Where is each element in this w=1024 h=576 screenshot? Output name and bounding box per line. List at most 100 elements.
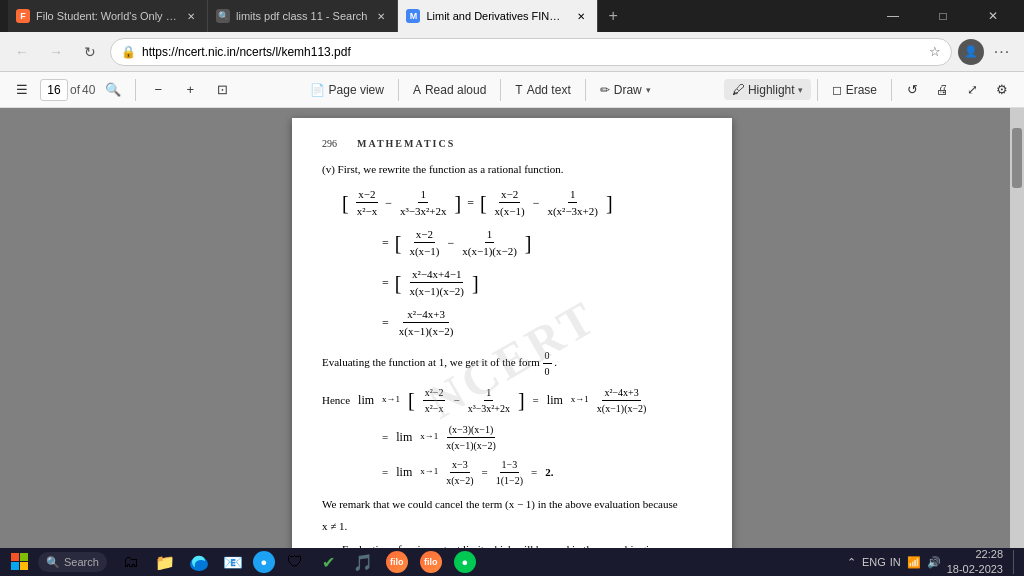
taskbar-search-box[interactable]: 🔍 Search <box>38 552 107 572</box>
taskbar: 🔍 Search 🗂 📁 📧 ● 🛡 ✔ 🎵 filo filo ● ⌃ <box>0 548 1024 576</box>
tab-search-favicon: 🔍 <box>216 9 230 23</box>
show-desktop-button[interactable] <box>1013 550 1018 574</box>
taskbar-app-check[interactable]: ✔ <box>315 550 343 574</box>
highlight-button[interactable]: 🖊 Highlight ▾ <box>724 79 811 100</box>
toolbar-divider-6 <box>891 79 892 101</box>
page-separator: of <box>70 83 80 97</box>
expand-button[interactable]: ⤢ <box>958 76 986 104</box>
taskbar-app-filo1[interactable]: filo <box>383 550 411 574</box>
remark-text: We remark that we could cancel the term … <box>322 496 702 513</box>
pdf-page: NCERT 296 MATHEMATICS (v) First, we rewr… <box>292 118 732 548</box>
filo-icon-1: filo <box>386 551 408 573</box>
sidebar-toggle-button[interactable]: ☰ <box>8 76 36 104</box>
new-tab-button[interactable]: + <box>598 0 627 32</box>
edge-icon <box>189 552 209 572</box>
toolbar-divider-5 <box>817 79 818 101</box>
close-button[interactable]: ✕ <box>970 0 1016 32</box>
url-text: https://ncert.nic.in/ncerts/l/kemh113.pd… <box>142 45 923 59</box>
tab-pdf-favicon: M <box>406 9 420 23</box>
taskbar-right: ⌃ ENG IN 📶 🔊 22:28 18-02-2023 <box>847 547 1018 576</box>
taskbar-app-filo2[interactable]: filo <box>417 550 445 574</box>
total-pages: 40 <box>82 83 95 97</box>
draw-caret: ▾ <box>646 85 651 95</box>
address-star-icon[interactable]: ☆ <box>929 44 941 59</box>
taskbar-apps: 🗂 📁 📧 ● 🛡 ✔ 🎵 filo filo ● <box>117 550 479 574</box>
svg-rect-1 <box>20 553 28 561</box>
tray-expand[interactable]: ⌃ <box>847 556 856 569</box>
address-actions: 👤 ··· <box>958 38 1016 66</box>
search-pdf-button[interactable]: 🔍 <box>99 76 127 104</box>
intro-text: (v) First, we rewrite the function as a … <box>322 161 702 178</box>
erase-button[interactable]: ◻ Erase <box>824 80 885 100</box>
taskbar-clock[interactable]: 22:28 18-02-2023 <box>947 547 1003 576</box>
taskbar-app-green[interactable]: ● <box>451 550 479 574</box>
taskbar-app-mail[interactable]: 📧 <box>219 550 247 574</box>
refresh-button[interactable]: ↻ <box>76 38 104 66</box>
lock-icon: 🔒 <box>121 45 136 59</box>
page-view-button[interactable]: 📄 Page view <box>302 80 392 100</box>
taskbar-app-music[interactable]: 🎵 <box>349 550 377 574</box>
toolbar-divider-4 <box>585 79 586 101</box>
page-view-label: Page view <box>329 83 384 97</box>
highlight-icon: 🖊 <box>732 82 745 97</box>
toolbar-right: 🖊 Highlight ▾ ◻ Erase ↺ 🖨 ⤢ ⚙ <box>724 76 1016 104</box>
toolbar-divider-3 <box>500 79 501 101</box>
address-bar-input[interactable]: 🔒 https://ncert.nic.in/ncerts/l/kemh113.… <box>110 38 952 66</box>
scrollbar[interactable] <box>1010 108 1024 548</box>
draw-button[interactable]: ✏ Draw ▾ <box>592 80 659 100</box>
clock-time: 22:28 <box>947 547 1003 562</box>
taskbar-search-text: Search <box>64 556 99 568</box>
hence-label: Hence <box>322 392 350 409</box>
settings-button[interactable]: ⚙ <box>988 76 1016 104</box>
tray-wifi[interactable]: 📶 <box>907 556 921 569</box>
eng-label: ENG <box>862 556 886 568</box>
erase-icon: ◻ <box>832 83 842 97</box>
maximize-button[interactable]: □ <box>920 0 966 32</box>
evaluating-text: Evaluating the function at 1, we get it … <box>322 348 702 379</box>
back-button[interactable]: ← <box>8 38 36 66</box>
taskbar-app-edge[interactable] <box>185 550 213 574</box>
tab-pdf-close[interactable]: ✕ <box>573 8 589 24</box>
scrollbar-thumb[interactable] <box>1012 128 1022 188</box>
start-button[interactable] <box>6 551 34 573</box>
svg-rect-0 <box>11 553 19 561</box>
page-number-input[interactable]: 16 <box>40 79 68 101</box>
tab-pdf[interactable]: M Limit and Derivatives FINAL 02.0 ✕ <box>398 0 598 32</box>
rotate-button[interactable]: ↺ <box>898 76 926 104</box>
more-options-button[interactable]: ··· <box>988 38 1016 66</box>
page-number-label: 296 <box>322 138 337 153</box>
taskbar-app-explorer[interactable]: 📁 <box>151 550 179 574</box>
minimize-button[interactable]: — <box>870 0 916 32</box>
add-text-button[interactable]: T Add text <box>507 80 578 100</box>
tray-eng[interactable]: ENG IN <box>862 556 901 568</box>
tab-filo[interactable]: F Filo Student: World's Only Live h ✕ <box>8 0 208 32</box>
toolbar-left: ☰ 16 of 40 🔍 − + ⊡ <box>8 76 236 104</box>
taskbar-app-blue[interactable]: ● <box>253 551 275 573</box>
fit-page-button[interactable]: ⊡ <box>208 76 236 104</box>
window-controls: — □ ✕ <box>870 0 1016 32</box>
condition-text: x ≠ 1. <box>322 518 702 535</box>
tab-search[interactable]: 🔍 limits pdf class 11 - Search ✕ <box>208 0 398 32</box>
tab-filo-close[interactable]: ✕ <box>183 8 199 24</box>
draw-label: Draw <box>614 83 642 97</box>
address-bar: ← → ↻ 🔒 https://ncert.nic.in/ncerts/l/ke… <box>0 32 1024 72</box>
tab-search-close[interactable]: ✕ <box>373 8 389 24</box>
read-aloud-button[interactable]: A Read aloud <box>405 80 494 100</box>
print-button[interactable]: 🖨 <box>928 76 956 104</box>
taskbar-app-files[interactable]: 🗂 <box>117 550 145 574</box>
read-aloud-label: Read aloud <box>425 83 486 97</box>
tabs-area: F Filo Student: World's Only Live h ✕ 🔍 … <box>8 0 862 32</box>
taskbar-app-shield[interactable]: 🛡 <box>281 550 309 574</box>
forward-button[interactable]: → <box>42 38 70 66</box>
read-aloud-icon: A <box>413 83 421 97</box>
zoom-in-button[interactable]: + <box>176 76 204 104</box>
pdf-toolbar: ☰ 16 of 40 🔍 − + ⊡ 📄 Page view A Read al… <box>0 72 1024 108</box>
tray-volume[interactable]: 🔊 <box>927 556 941 569</box>
subject-label: MATHEMATICS <box>357 138 455 149</box>
zoom-out-button[interactable]: − <box>144 76 172 104</box>
title-bar: F Filo Student: World's Only Live h ✕ 🔍 … <box>0 0 1024 32</box>
pdf-text-content: (v) First, we rewrite the function as a … <box>322 161 702 548</box>
profile-icon[interactable]: 👤 <box>958 39 984 65</box>
toolbar-divider-1 <box>135 79 136 101</box>
evaluation-text: Evaluation of an important limit which w… <box>322 541 702 549</box>
